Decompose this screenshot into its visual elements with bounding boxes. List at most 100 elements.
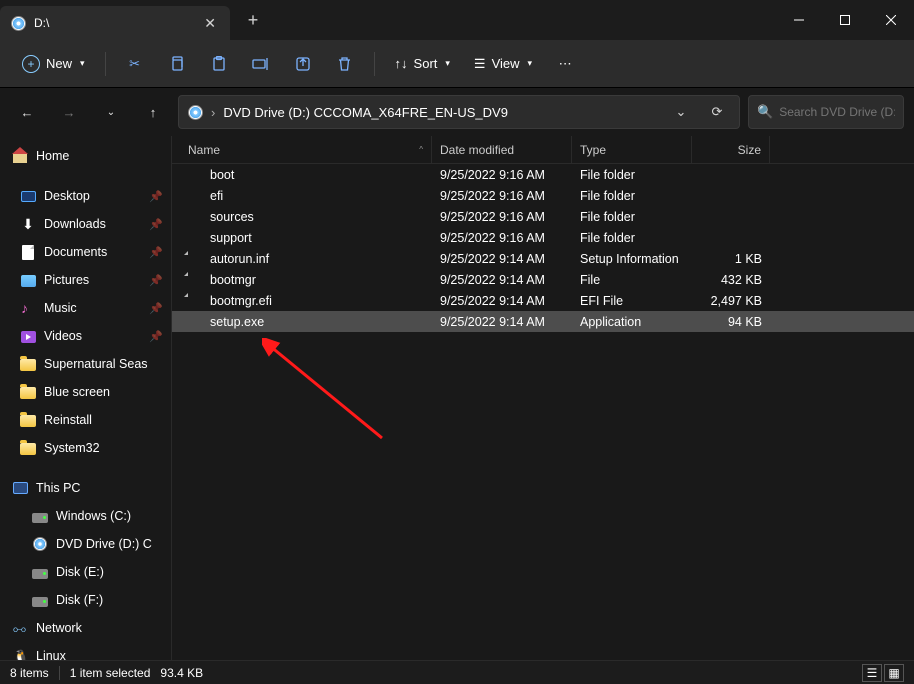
column-type[interactable]: Type [572,136,692,163]
address-bar-row: ← → ⌄ ↑ › DVD Drive (D:) CCCOMA_X64FRE_E… [0,88,914,136]
view-toggles: ☰ ▦ [862,664,904,682]
file-name: sources [210,210,254,224]
file-date: 9/25/2022 9:16 AM [432,231,572,245]
file-row[interactable]: boot9/25/2022 9:16 AMFile folder [172,164,914,185]
file-row[interactable]: setup.exe9/25/2022 9:14 AMApplication94 … [172,311,914,332]
file-icon [188,293,204,309]
plus-circle-icon: + [22,55,40,73]
copy-icon [169,56,185,72]
file-size: 1 KB [692,252,770,266]
sort-label: Sort [414,56,438,71]
thumbnails-view-button[interactable]: ▦ [884,664,904,682]
folder-icon [188,188,204,204]
more-button[interactable]: ⋯ [546,47,584,81]
drive-icon [32,564,48,580]
sidebar-thispc[interactable]: This PC [0,474,171,502]
forward-button[interactable]: → [52,95,86,129]
file-date: 9/25/2022 9:16 AM [432,210,572,224]
sort-button[interactable]: ↑↓ Sort ▾ [385,47,460,81]
sidebar-dvdd[interactable]: DVD Drive (D:) C [0,530,171,558]
column-date[interactable]: Date modified [432,136,572,163]
file-type: Setup Information [572,252,692,266]
file-row[interactable]: bootmgr9/25/2022 9:14 AMFile432 KB [172,269,914,290]
pin-icon: 📌 [149,330,163,343]
maximize-button[interactable] [822,4,868,36]
disc-icon [187,104,203,120]
file-name: setup.exe [210,315,264,329]
sidebar-home[interactable]: Home [0,142,171,170]
file-list-pane: Name^ Date modified Type Size boot9/25/2… [172,136,914,660]
chevron-down-icon: ▾ [528,58,533,69]
sidebar-system32[interactable]: System32 [0,434,171,462]
file-size: 2,497 KB [692,294,770,308]
refresh-button[interactable]: ⟳ [703,98,731,126]
chevron-down-icon: ▾ [445,58,450,69]
sidebar-desktop[interactable]: Desktop📌 [0,182,171,210]
new-tab-button[interactable]: + [236,3,270,37]
new-label: New [46,56,72,71]
share-button[interactable] [284,47,322,81]
desktop-icon [20,188,36,204]
details-view-button[interactable]: ☰ [862,664,882,682]
clipboard-icon [211,56,227,72]
file-row[interactable]: efi9/25/2022 9:16 AMFile folder [172,185,914,206]
search-box[interactable]: 🔍 [748,95,904,129]
window-controls [776,4,914,36]
sidebar-diskf[interactable]: Disk (F:) [0,586,171,614]
disc-icon [10,15,26,31]
pictures-icon [20,272,36,288]
search-input[interactable] [779,105,895,119]
cut-button[interactable]: ✂ [116,47,154,81]
file-row[interactable]: sources 9/25/2022 9:16 AMFile folder [172,206,914,227]
up-button[interactable]: ↑ [136,95,170,129]
column-name[interactable]: Name^ [180,136,432,163]
sidebar-bluescreen[interactable]: Blue screen [0,378,171,406]
file-name: support [210,231,252,245]
file-type: File folder [572,231,692,245]
sidebar-winc[interactable]: Windows (C:) [0,502,171,530]
sidebar-documents[interactable]: Documents📌 [0,238,171,266]
sidebar-downloads[interactable]: ⬇Downloads📌 [0,210,171,238]
sort-asc-icon: ^ [419,145,423,154]
paste-button[interactable] [200,47,238,81]
folder-icon [20,384,36,400]
sidebar-reinstall[interactable]: Reinstall [0,406,171,434]
file-date: 9/25/2022 9:16 AM [432,189,572,203]
drive-icon [32,508,48,524]
sidebar-videos[interactable]: Videos📌 [0,322,171,350]
sidebar-supernatural[interactable]: Supernatural Seas [0,350,171,378]
sidebar-network[interactable]: ⧟Network [0,614,171,642]
recent-button[interactable]: ⌄ [94,95,128,129]
close-tab-icon[interactable]: ✕ [204,15,216,32]
file-date: 9/25/2022 9:14 AM [432,273,572,287]
sidebar-linux[interactable]: 🐧Linux [0,642,171,660]
back-button[interactable]: ← [10,95,44,129]
sidebar-music[interactable]: ♪Music📌 [0,294,171,322]
column-size[interactable]: Size [692,136,770,163]
status-bar: 8 items 1 item selected 93.4 KB ☰ ▦ [0,660,914,684]
address-path: DVD Drive (D:) CCCOMA_X64FRE_EN-US_DV9 [223,105,659,120]
view-button[interactable]: ☰ View ▾ [464,47,542,81]
file-row[interactable]: bootmgr.efi9/25/2022 9:14 AMEFI File2,49… [172,290,914,311]
rename-icon [252,56,270,72]
delete-button[interactable] [326,47,364,81]
minimize-button[interactable] [776,4,822,36]
close-button[interactable] [868,4,914,36]
new-button[interactable]: + New ▾ [12,47,95,81]
sidebar-diske[interactable]: Disk (E:) [0,558,171,586]
history-dropdown-button[interactable]: ⌄ [667,98,695,126]
sidebar-pictures[interactable]: Pictures📌 [0,266,171,294]
file-date: 9/25/2022 9:14 AM [432,315,572,329]
active-tab[interactable]: D:\ ✕ [0,6,230,40]
file-row[interactable]: support 9/25/2022 9:16 AMFile folder [172,227,914,248]
file-row[interactable]: autorun.inf9/25/2022 9:14 AMSetup Inform… [172,248,914,269]
copy-button[interactable] [158,47,196,81]
file-type: File folder [572,189,692,203]
navigation-pane: Home Desktop📌 ⬇Downloads📌 Documents📌 Pic… [0,136,172,660]
column-headers: Name^ Date modified Type Size [172,136,914,164]
address-bar[interactable]: › DVD Drive (D:) CCCOMA_X64FRE_EN-US_DV9… [178,95,740,129]
file-type: File folder [572,210,692,224]
share-icon [295,56,311,72]
pin-icon: 📌 [149,190,163,203]
rename-button[interactable] [242,47,280,81]
